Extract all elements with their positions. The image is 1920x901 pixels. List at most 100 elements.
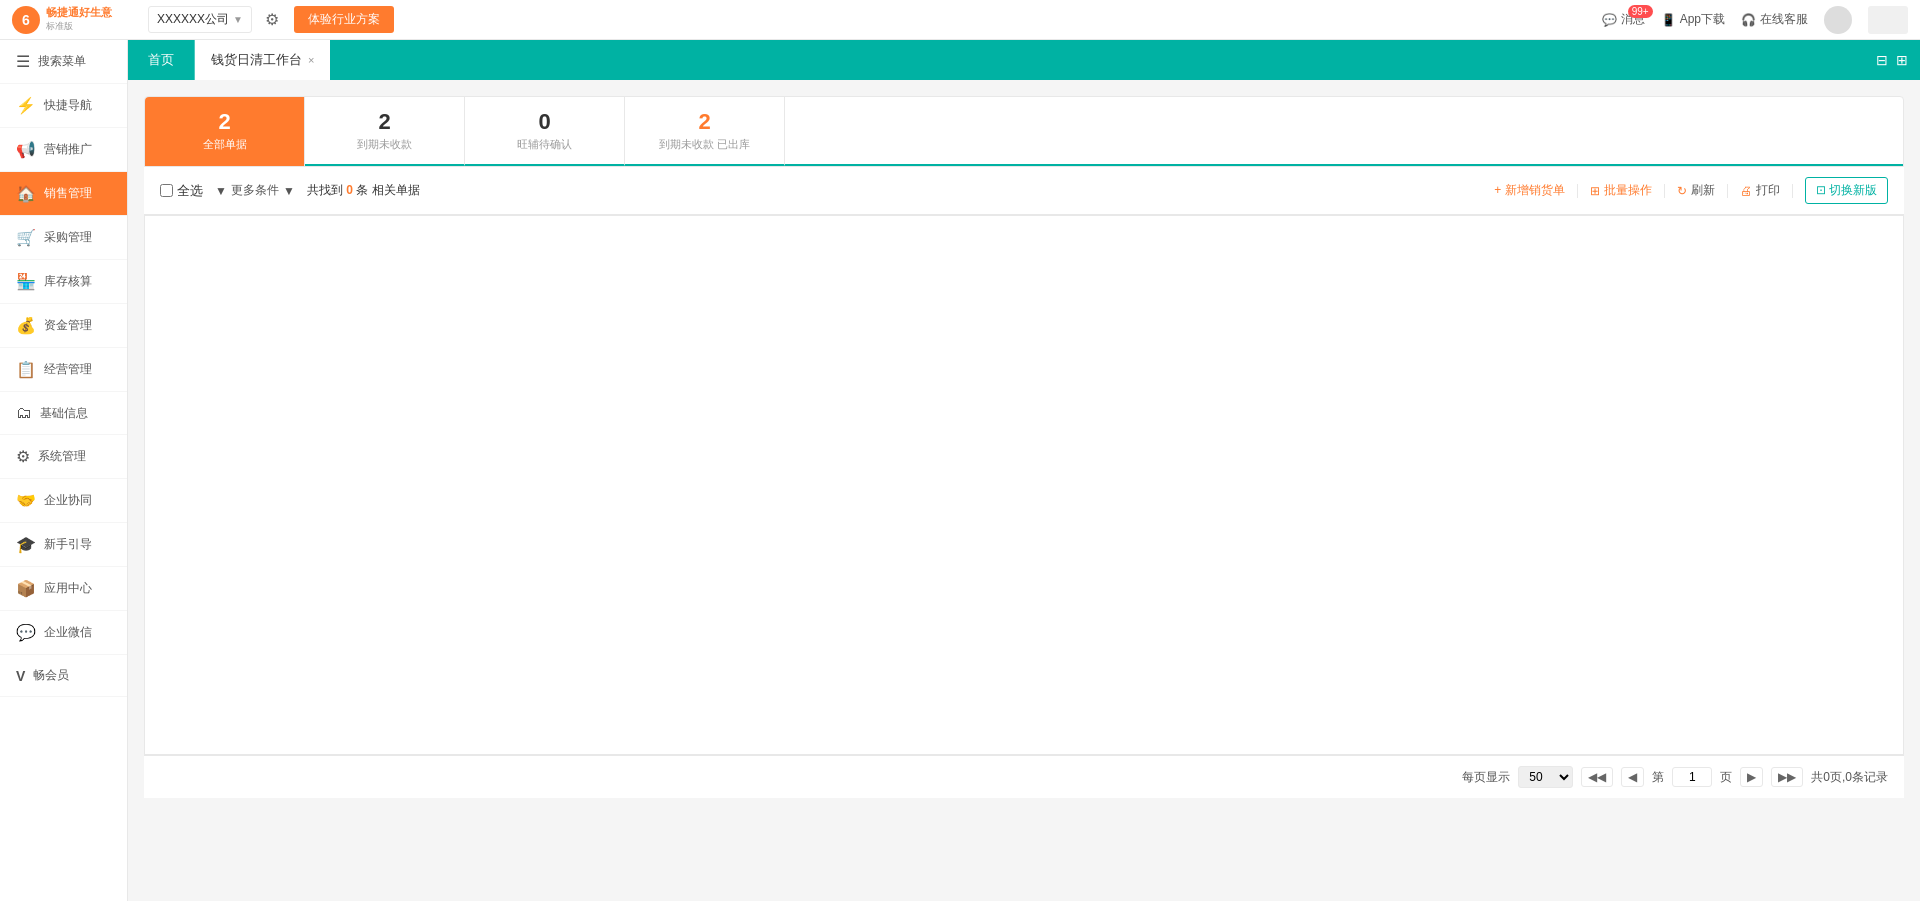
stat-label-overdue-out: 到期未收款 已出库 (641, 137, 768, 152)
toolbar-right: + 新增销货单 ⊞ 批量操作 ↻ 刷新 🖨 打印 ⊡ 切换新版 (1494, 177, 1888, 204)
tab-qianhuoriqing[interactable]: 钱货日清工作台 × (195, 40, 330, 80)
sidebar-item-base-info[interactable]: 🗂 基础信息 (0, 392, 127, 435)
page-number-input[interactable] (1672, 767, 1712, 787)
stat-label-overdue: 到期未收款 (321, 137, 448, 152)
service-icon: 🎧 (1741, 13, 1756, 27)
found-count: 0 (346, 183, 353, 197)
tab-home[interactable]: 首页 (128, 40, 195, 80)
checkbox-all[interactable] (160, 184, 173, 197)
stat-tab-all[interactable]: 2 全部单据 (145, 97, 305, 166)
sidebar-item-guide[interactable]: 🎓 新手引导 (0, 523, 127, 567)
sidebar-label-wechat: 企业微信 (44, 624, 92, 641)
operations-icon: 📋 (16, 360, 36, 379)
stat-tab-pending[interactable]: 0 旺辅待确认 (465, 97, 625, 166)
finance-icon: 💰 (16, 316, 36, 335)
tab-collapse-button[interactable]: ⊟ (1876, 52, 1888, 68)
print-icon: 🖨 (1740, 184, 1752, 198)
sidebar-label-enterprise: 企业协同 (44, 492, 92, 509)
sidebar: ☰ 搜索菜单 ⚡ 快捷导航 📢 营销推广 🏠 销售管理 🛒 采购管理 🏪 库存核… (0, 40, 128, 901)
stat-label-pending: 旺辅待确认 (481, 137, 608, 152)
batch-operation-button[interactable]: ⊞ 批量操作 (1590, 182, 1652, 199)
stat-tab-overdue[interactable]: 2 到期未收款 (305, 97, 465, 166)
prev-page-button[interactable]: ◀ (1621, 767, 1644, 787)
sidebar-item-finance[interactable]: 💰 资金管理 (0, 304, 127, 348)
quick-nav-icon: ⚡ (16, 96, 36, 115)
stat-num-pending: 0 (481, 109, 608, 135)
user-avatar[interactable] (1824, 6, 1852, 34)
refresh-icon: ↻ (1677, 184, 1687, 198)
stat-label-all: 全部单据 (161, 137, 288, 152)
select-all-checkbox[interactable]: 全选 (160, 182, 203, 200)
next-page-button[interactable]: ▶ (1740, 767, 1763, 787)
select-all-label: 全选 (177, 182, 203, 200)
sidebar-label-system: 系统管理 (38, 448, 86, 465)
last-page-button[interactable]: ▶▶ (1771, 767, 1803, 787)
logo-text: 畅捷通好生意 (46, 6, 112, 19)
sidebar-item-app-center[interactable]: 📦 应用中心 (0, 567, 127, 611)
app-download-action[interactable]: 📱 App下载 (1661, 11, 1725, 28)
main-content: 2 全部单据 2 到期未收款 0 旺辅待确认 2 到期未收款 已出库 全选 ▼ … (128, 80, 1920, 901)
tab-bar-actions: ⊟ ⊞ (1876, 52, 1920, 68)
marketing-icon: 📢 (16, 140, 36, 159)
message-action[interactable]: 💬 消息 99+ (1602, 11, 1645, 28)
sidebar-label-purchase: 采购管理 (44, 229, 92, 246)
page-suffix: 页 (1720, 769, 1732, 786)
per-page-label: 每页显示 (1462, 769, 1510, 786)
company-name: XXXXXX公司 (157, 11, 229, 28)
logo-icon: 6 (12, 6, 40, 34)
system-icon: ⚙ (16, 447, 30, 466)
sidebar-item-sales[interactable]: 🏠 销售管理 (0, 172, 127, 216)
refresh-button[interactable]: ↻ 刷新 (1677, 182, 1715, 199)
refresh-label: 刷新 (1691, 182, 1715, 199)
sidebar-item-system[interactable]: ⚙ 系统管理 (0, 435, 127, 479)
tab-label: 钱货日清工作台 (211, 51, 302, 69)
sidebar-label-finance: 资金管理 (44, 317, 92, 334)
stat-num-overdue-out: 2 (641, 109, 768, 135)
sidebar-item-enterprise[interactable]: 🤝 企业协同 (0, 479, 127, 523)
sidebar-item-marketing[interactable]: 📢 营销推广 (0, 128, 127, 172)
print-label: 打印 (1756, 182, 1780, 199)
sidebar-label-inventory: 库存核算 (44, 273, 92, 290)
logo-sub: 标准版 (46, 20, 112, 33)
sidebar-label-search: 搜索菜单 (38, 53, 86, 70)
stat-tab-overdue-out[interactable]: 2 到期未收款 已出库 (625, 97, 785, 166)
sidebar-item-operations[interactable]: 📋 经营管理 (0, 348, 127, 392)
chevron-down-icon: ▼ (233, 14, 243, 25)
sidebar-label-app: 应用中心 (44, 580, 92, 597)
print-button[interactable]: 🖨 打印 (1740, 182, 1780, 199)
first-page-button[interactable]: ◀◀ (1581, 767, 1613, 787)
sidebar-label-operations: 经营管理 (44, 361, 92, 378)
sidebar-item-member[interactable]: V 畅会员 (0, 655, 127, 697)
member-icon: V (16, 668, 25, 684)
toolbar: 全选 ▼ 更多条件 ▼ 共找到 0 条 相关单据 + 新增销货单 ⊞ 批量操作 … (144, 167, 1904, 215)
batch-icon: ⊞ (1590, 184, 1600, 198)
stats-tabs: 2 全部单据 2 到期未收款 0 旺辅待确认 2 到期未收款 已出库 (144, 96, 1904, 167)
company-selector[interactable]: XXXXXX公司 ▼ (148, 6, 252, 33)
switch-icon: ⊡ (1816, 183, 1826, 197)
sidebar-label-base: 基础信息 (40, 405, 88, 422)
sidebar-item-quick-nav[interactable]: ⚡ 快捷导航 (0, 84, 127, 128)
sidebar-item-inventory[interactable]: 🏪 库存核算 (0, 260, 127, 304)
switch-label: 切换新版 (1829, 183, 1877, 197)
filter-button[interactable]: ▼ 更多条件 ▼ (215, 182, 295, 199)
sidebar-item-purchase[interactable]: 🛒 采购管理 (0, 216, 127, 260)
settings-icon[interactable]: ⚙ (258, 6, 286, 34)
sidebar-item-wechat[interactable]: 💬 企业微信 (0, 611, 127, 655)
tab-bar: 首页 钱货日清工作台 × ⊟ ⊞ (128, 40, 1920, 80)
sidebar-item-search-menu[interactable]: ☰ 搜索菜单 (0, 40, 127, 84)
trial-button[interactable]: 体验行业方案 (294, 6, 394, 33)
user-name-area (1868, 6, 1908, 34)
total-info: 共0页,0条记录 (1811, 769, 1888, 786)
purchase-icon: 🛒 (16, 228, 36, 247)
switch-version-button[interactable]: ⊡ 切换新版 (1805, 177, 1888, 204)
tab-close-icon[interactable]: × (308, 54, 314, 66)
found-text: 共找到 0 条 相关单据 (307, 182, 420, 199)
online-service-action[interactable]: 🎧 在线客服 (1741, 11, 1808, 28)
new-sales-order-button[interactable]: + 新增销货单 (1494, 182, 1564, 199)
per-page-select[interactable]: 50 100 200 (1518, 766, 1573, 788)
logo-area: 6 畅捷通好生意 标准版 (12, 6, 140, 34)
tab-expand-button[interactable]: ⊞ (1896, 52, 1908, 68)
sidebar-label-marketing: 营销推广 (44, 141, 92, 158)
sales-icon: 🏠 (16, 184, 36, 203)
app-label: App下载 (1680, 11, 1725, 28)
